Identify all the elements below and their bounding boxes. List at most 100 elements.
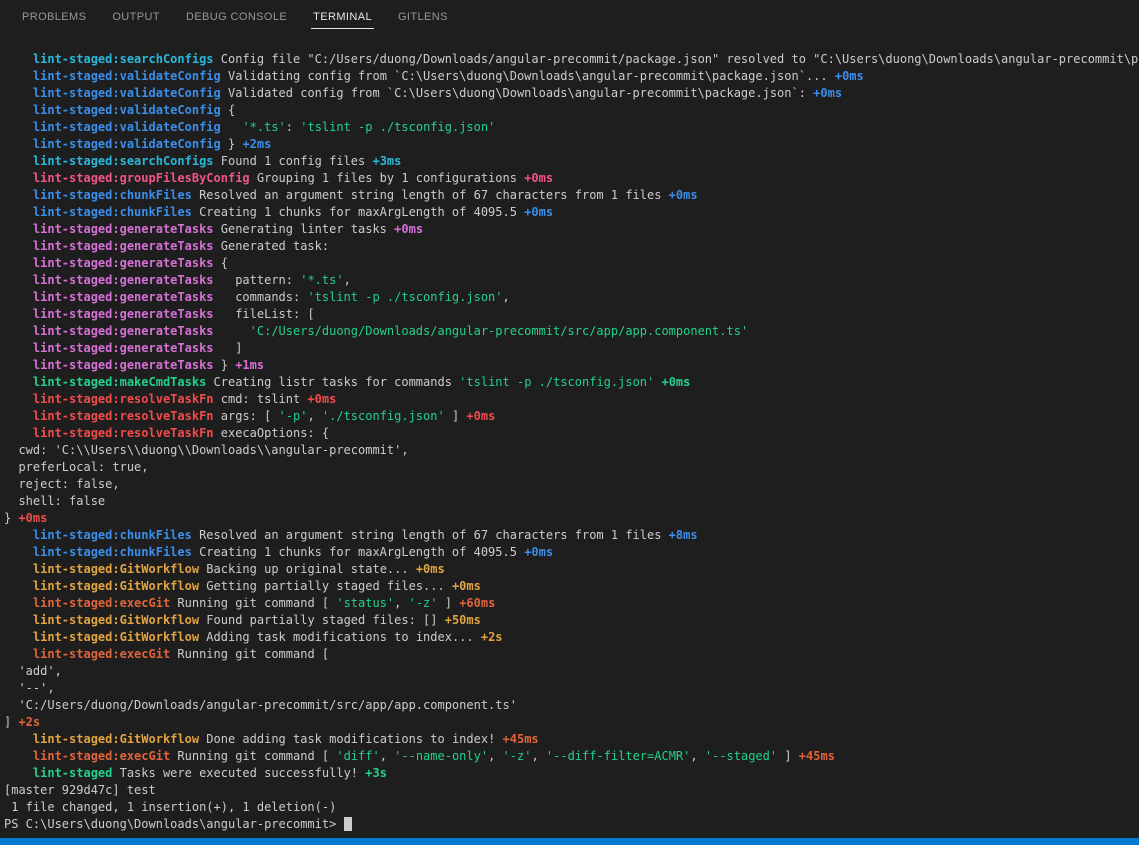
terminal-text-segment: Tasks were executed successfully!	[112, 766, 366, 780]
terminal-text-segment: '--staged'	[704, 749, 778, 763]
terminal-text-segment: +0ms	[307, 392, 337, 406]
terminal-text-segment: +45ms	[502, 732, 539, 746]
terminal-line: cwd: 'C:\\Users\\duong\\Downloads\\angul…	[4, 442, 1139, 459]
terminal-text-segment: lint-staged:generateTasks	[4, 341, 214, 355]
terminal-line: lint-staged:chunkFiles Creating 1 chunks…	[4, 544, 1139, 561]
terminal-line: lint-staged:generateTasks pattern: '*.ts…	[4, 272, 1139, 289]
terminal-text-segment: lint-staged:resolveTaskFn	[4, 426, 214, 440]
terminal-output[interactable]: lint-staged:searchConfigs Config file "C…	[0, 35, 1139, 838]
terminal-text-segment: }	[220, 137, 243, 151]
terminal-text-segment: +2ms	[242, 137, 272, 151]
terminal-text-segment: +0ms	[524, 171, 554, 185]
terminal-line: lint-staged:GitWorkflow Backing up origi…	[4, 561, 1139, 578]
terminal-line: lint-staged:validateConfig Validated con…	[4, 85, 1139, 102]
terminal-text-segment: lint-staged:validateConfig	[4, 86, 221, 100]
terminal-text-segment: '--name-only'	[394, 749, 489, 763]
terminal-text-segment: ]	[444, 409, 467, 423]
terminal-text-segment: 'C:/Users/duong/Downloads/angular-precom…	[4, 698, 517, 712]
terminal-text-segment: ,	[502, 290, 510, 304]
terminal-text-segment: +1ms	[235, 358, 265, 372]
terminal-line: lint-staged:execGit Running git command …	[4, 646, 1139, 663]
terminal-text-segment: lint-staged:resolveTaskFn	[4, 409, 214, 423]
panel-tab-output[interactable]: OUTPUT	[110, 7, 162, 29]
terminal-text-segment: lint-staged:execGit	[4, 647, 171, 661]
terminal-text-segment: Grouping 1 files by 1 configurations	[249, 171, 525, 185]
panel-tab-terminal[interactable]: TERMINAL	[311, 7, 374, 29]
terminal-line: lint-staged:execGit Running git command …	[4, 595, 1139, 612]
terminal-text-segment: ,	[307, 409, 322, 423]
terminal-line: lint-staged:validateConfig Validating co…	[4, 68, 1139, 85]
terminal-line: lint-staged:resolveTaskFn execaOptions: …	[4, 425, 1139, 442]
terminal-text-segment: Validating config from `C:\Users\duong\D…	[220, 69, 835, 83]
terminal-text-segment: ]	[213, 341, 243, 355]
terminal-line: lint-staged:searchConfigs Found 1 config…	[4, 153, 1139, 170]
terminal-text-segment: +0ms	[524, 545, 554, 559]
terminal-line: lint-staged Tasks were executed successf…	[4, 765, 1139, 782]
terminal-text-segment: args: [	[213, 409, 279, 423]
terminal-text-segment: PS C:\Users\duong\Downloads\angular-prec…	[4, 817, 344, 831]
terminal-text-segment: lint-staged:searchConfigs	[4, 52, 214, 66]
terminal-text-segment: 1 file changed, 1 insertion(+), 1 deleti…	[4, 800, 337, 814]
terminal-text-segment: +8ms	[668, 528, 698, 542]
terminal-line: lint-staged:generateTasks fileList: [	[4, 306, 1139, 323]
terminal-text-segment: lint-staged:execGit	[4, 596, 171, 610]
terminal-text-segment: +0ms	[524, 205, 554, 219]
terminal-line: preferLocal: true,	[4, 459, 1139, 476]
terminal-text-segment: {	[220, 103, 236, 117]
terminal-text-segment: :	[285, 120, 301, 134]
terminal-text-segment: lint-staged:generateTasks	[4, 358, 214, 372]
terminal-line: lint-staged:generateTasks {	[4, 255, 1139, 272]
terminal-text-segment: Validated config from `C:\Users\duong\Do…	[220, 86, 814, 100]
terminal-cursor	[343, 817, 352, 831]
terminal-text-segment: lint-staged:GitWorkflow	[4, 562, 200, 576]
terminal-text-segment: }	[4, 511, 19, 525]
terminal-text-segment: cmd: tslint	[213, 392, 308, 406]
terminal-text-segment: +60ms	[459, 596, 496, 610]
terminal-text-segment: Found 1 config files	[213, 154, 373, 168]
terminal-line: lint-staged:GitWorkflow Getting partiall…	[4, 578, 1139, 595]
terminal-text-segment: lint-staged:generateTasks	[4, 273, 214, 287]
terminal-text-segment: 'add',	[4, 664, 62, 678]
terminal-line: lint-staged:chunkFiles Creating 1 chunks…	[4, 204, 1139, 221]
terminal-text-segment: pattern:	[213, 273, 301, 287]
terminal-line: '--',	[4, 680, 1139, 697]
terminal-text-segment: +2s	[480, 630, 503, 644]
terminal-text-segment: {	[213, 256, 228, 270]
terminal-text-segment: ,	[531, 749, 546, 763]
terminal-text-segment: '--diff-filter=ACMR'	[545, 749, 691, 763]
terminal-text-segment: +50ms	[444, 613, 481, 627]
terminal-text-segment: +2s	[18, 715, 41, 729]
terminal-text-segment: Running git command [	[170, 596, 337, 610]
terminal-text-segment: '--',	[4, 681, 55, 695]
terminal-text-segment: Generating linter tasks	[213, 222, 395, 236]
terminal-text-segment: lint-staged:GitWorkflow	[4, 579, 200, 593]
terminal-line: lint-staged:validateConfig {	[4, 102, 1139, 119]
terminal-line: PS C:\Users\duong\Downloads\angular-prec…	[4, 816, 1139, 833]
terminal-line: } +0ms	[4, 510, 1139, 527]
terminal-line: lint-staged:resolveTaskFn cmd: tslint +0…	[4, 391, 1139, 408]
panel-tab-problems[interactable]: PROBLEMS	[20, 7, 88, 29]
terminal-line: lint-staged:validateConfig } +2ms	[4, 136, 1139, 153]
terminal-text-segment: +0ms	[466, 409, 496, 423]
terminal-text-segment: Creating 1 chunks for maxArgLength of 40…	[191, 545, 525, 559]
terminal-text-segment: lint-staged:validateConfig	[4, 137, 221, 151]
terminal-text-segment: +0ms	[394, 222, 424, 236]
panel-tab-debug-console[interactable]: DEBUG CONSOLE	[184, 7, 289, 29]
terminal-text-segment: lint-staged:GitWorkflow	[4, 732, 200, 746]
terminal-text-segment: lint-staged:GitWorkflow	[4, 613, 200, 627]
panel-tab-gitlens[interactable]: GITLENS	[396, 7, 450, 29]
terminal-text-segment: ,	[343, 273, 351, 287]
terminal-text-segment: lint-staged:generateTasks	[4, 222, 214, 236]
terminal-line: lint-staged:generateTasks commands: 'tsl…	[4, 289, 1139, 306]
terminal-text-segment: +0ms	[415, 562, 445, 576]
terminal-text-segment: '-z'	[502, 749, 532, 763]
terminal-text-segment: lint-staged:validateConfig	[4, 103, 221, 117]
status-bar	[0, 838, 1139, 845]
terminal-text-segment: ]	[777, 749, 799, 763]
terminal-line: lint-staged:generateTasks } +1ms	[4, 357, 1139, 374]
terminal-line: lint-staged:execGit Running git command …	[4, 748, 1139, 765]
terminal-text-segment: [master 929d47c] test	[4, 783, 156, 797]
terminal-text-segment: +45ms	[798, 749, 835, 763]
terminal-text-segment: lint-staged:GitWorkflow	[4, 630, 200, 644]
